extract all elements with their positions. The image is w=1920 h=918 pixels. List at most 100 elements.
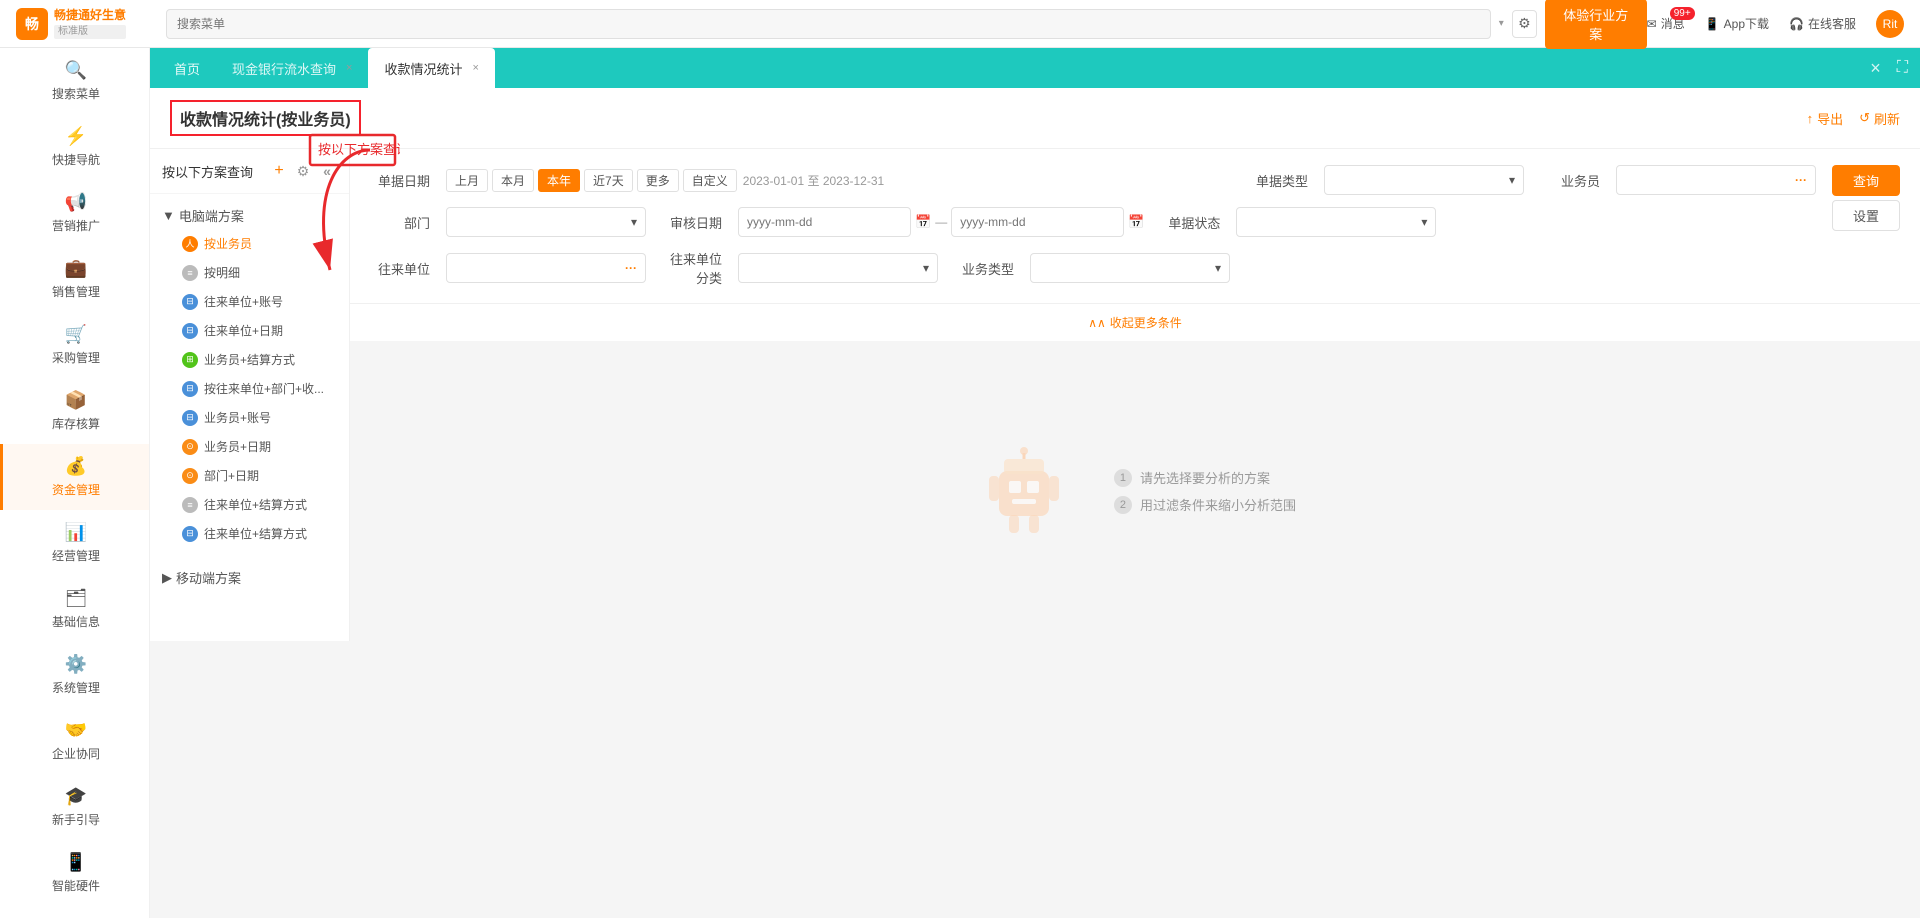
- scheme-item-dept-date[interactable]: ⊙ 部门+日期: [162, 461, 337, 490]
- scheme-category-mobile-label: 移动端方案: [176, 568, 241, 587]
- counterpart-label: 往来单位: [370, 259, 430, 278]
- tab-home[interactable]: 首页: [158, 59, 216, 78]
- filter-settings-button[interactable]: 设置: [1832, 200, 1900, 231]
- collapse-bar[interactable]: ∧∧ 收起更多条件: [350, 304, 1920, 341]
- salesperson-select[interactable]: ···: [1616, 165, 1816, 195]
- sidebar-item-enterprise[interactable]: 🤝 企业协同: [0, 708, 149, 774]
- scheme-settings-button[interactable]: ⚙: [293, 161, 313, 181]
- scheme-collapse-button[interactable]: «: [317, 161, 337, 181]
- date-tab-custom[interactable]: 自定义: [683, 169, 737, 192]
- scheme-item-unit-dept[interactable]: ⊟ 按往来单位+部门+收...: [162, 374, 337, 403]
- sidebar-item-search[interactable]: 🔍 搜索菜单: [0, 48, 149, 114]
- scheme-item-sales-account[interactable]: ⊟ 业务员+账号: [162, 403, 337, 432]
- logo-text: 畅捷通好生意: [54, 8, 126, 22]
- counterpart-select[interactable]: ···: [446, 253, 646, 283]
- messages-button[interactable]: ✉ 消息 99+: [1647, 15, 1685, 32]
- action-buttons: 查询 设置: [1832, 165, 1900, 287]
- sidebar-item-system-label: 系统管理: [52, 679, 100, 696]
- scheme-item-unit-settle2[interactable]: ⊟ 往来单位+结算方式: [162, 519, 337, 548]
- biz-type-select[interactable]: ▾: [1030, 253, 1230, 283]
- tab-collection-close[interactable]: ×: [472, 62, 478, 74]
- sidebar-item-basicinfo[interactable]: 🗂 基础信息: [0, 576, 149, 642]
- empty-illustration: [974, 441, 1074, 541]
- sidebar-item-quicknav[interactable]: ⚡ 快捷导航: [0, 114, 149, 180]
- query-button[interactable]: 查询: [1832, 165, 1900, 196]
- scheme-item-salesperson-icon: 人: [182, 236, 198, 252]
- sidebar: 🔍 搜索菜单 ⚡ 快捷导航 📢 营销推广 💼 销售管理 🛒 采购管理 📦 库存核…: [0, 48, 150, 918]
- scheme-item-sales-settle[interactable]: ⊞ 业务员+结算方式: [162, 345, 337, 374]
- sidebar-item-marketing[interactable]: 📢 营销推广: [0, 180, 149, 246]
- scheme-category-desktop-title[interactable]: ▼ 电脑端方案: [162, 202, 337, 229]
- tab-collection[interactable]: 收款情况统计 ×: [368, 48, 494, 88]
- doc-type-select[interactable]: ▾: [1324, 165, 1524, 195]
- review-date-from[interactable]: [738, 207, 911, 237]
- sidebar-item-purchase[interactable]: 🛒 采购管理: [0, 312, 149, 378]
- department-label: 部门: [370, 213, 430, 232]
- refresh-button[interactable]: ↺ 刷新: [1859, 109, 1900, 128]
- tab-bar-close-button[interactable]: ×: [1866, 54, 1885, 83]
- date-tab-this-year[interactable]: 本年: [538, 169, 580, 192]
- guide-icon: 🎓: [65, 786, 87, 807]
- system-icon: ⚙️: [65, 654, 87, 675]
- sidebar-item-sales[interactable]: 💼 销售管理: [0, 246, 149, 312]
- date-control: 上月 本月 本年 近7天 更多 自定义 2023-01-01 至 2023-12…: [446, 169, 1232, 192]
- review-date-label: 审核日期: [662, 213, 722, 232]
- export-button[interactable]: ↑ 导出: [1807, 109, 1844, 128]
- scheme-item-unit-settle2-label: 往来单位+结算方式: [204, 525, 307, 542]
- counterpart-more-icon[interactable]: ···: [625, 261, 637, 275]
- dropdown-arrow-icon[interactable]: ▾: [1499, 18, 1504, 29]
- date-tab-more[interactable]: 更多: [637, 169, 679, 192]
- scheme-item-unit-settle1[interactable]: ≡ 往来单位+结算方式: [162, 490, 337, 519]
- review-date-to[interactable]: [951, 207, 1124, 237]
- sidebar-item-system[interactable]: ⚙️ 系统管理: [0, 642, 149, 708]
- salesperson-more-icon[interactable]: ···: [1795, 173, 1807, 187]
- salesperson-filter-label: 业务员: [1540, 171, 1600, 190]
- export-icon: ↑: [1807, 111, 1814, 126]
- demo-button[interactable]: 体验行业方案: [1545, 0, 1647, 49]
- date-tab-this-month[interactable]: 本月: [492, 169, 534, 192]
- scheme-category-mobile-title[interactable]: ▶ 移动端方案: [162, 564, 337, 591]
- header-gear-button[interactable]: ⚙: [1512, 10, 1537, 38]
- sidebar-item-sales-label: 销售管理: [52, 283, 100, 300]
- date-tab-7days[interactable]: 近7天: [584, 169, 633, 192]
- online-service-button[interactable]: 🎧 在线客服: [1789, 15, 1856, 32]
- scheme-item-unit-date[interactable]: ⊟ 往来单位+日期: [162, 316, 337, 345]
- sidebar-item-hardware-label: 智能硬件: [52, 877, 100, 894]
- scheme-add-button[interactable]: +: [269, 161, 289, 181]
- scheme-item-unit-account[interactable]: ⊟ 往来单位+账号: [162, 287, 337, 316]
- sidebar-item-guide[interactable]: 🎓 新手引导: [0, 774, 149, 840]
- sidebar-item-inventory[interactable]: 📦 库存核算: [0, 378, 149, 444]
- sidebar-item-finance[interactable]: 💰 资金管理: [0, 444, 149, 510]
- refresh-label: 刷新: [1874, 109, 1900, 128]
- calendar-to-icon[interactable]: 📅: [1128, 214, 1144, 230]
- app-download-button[interactable]: 📱 App下载: [1705, 15, 1769, 32]
- scheme-item-sales-date[interactable]: ⊙ 业务员+日期: [162, 432, 337, 461]
- doc-type-label: 单据类型: [1248, 171, 1308, 190]
- doc-status-select[interactable]: ▾: [1236, 207, 1436, 237]
- tab-bankflow-close[interactable]: ×: [346, 62, 352, 74]
- chevron-down-icon: ▼: [162, 208, 175, 223]
- step-1-text: 请先选择要分析的方案: [1140, 468, 1270, 487]
- scheme-item-detail[interactable]: ≡ 按明细: [162, 258, 337, 287]
- biz-type-chevron: ▾: [1215, 261, 1221, 275]
- tab-bankflow[interactable]: 现金银行流水查询 ×: [216, 48, 368, 88]
- scheme-item-unit-dept-icon: ⊟: [182, 381, 198, 397]
- scheme-item-dept-date-icon: ⊙: [182, 468, 198, 484]
- sidebar-item-wechat[interactable]: 💬 企业微信: [0, 906, 149, 918]
- calendar-from-icon[interactable]: 📅: [915, 214, 931, 230]
- refresh-icon: ↺: [1859, 110, 1870, 126]
- counterpart-category-select[interactable]: ▾: [738, 253, 938, 283]
- department-select[interactable]: ▾: [446, 207, 646, 237]
- sidebar-item-enterprise-label: 企业协同: [52, 745, 100, 762]
- page-content: 收款情况统计(按业务员) ↑ 导出 ↺ 刷新 按以下: [150, 88, 1920, 918]
- header-search-input[interactable]: [166, 9, 1491, 39]
- tab-bar-expand-button[interactable]: ⛶: [1893, 55, 1912, 81]
- sidebar-item-hardware[interactable]: 📱 智能硬件: [0, 840, 149, 906]
- edition-badge: 标准版: [54, 25, 126, 39]
- user-avatar[interactable]: Rit: [1876, 10, 1904, 38]
- messages-icon: ✉: [1647, 17, 1657, 31]
- sidebar-item-operations[interactable]: 📊 经营管理: [0, 510, 149, 576]
- chevron-right-icon: ▶: [162, 570, 172, 586]
- date-tab-last-month[interactable]: 上月: [446, 169, 488, 192]
- scheme-item-salesperson[interactable]: 人 按业务员: [162, 229, 337, 258]
